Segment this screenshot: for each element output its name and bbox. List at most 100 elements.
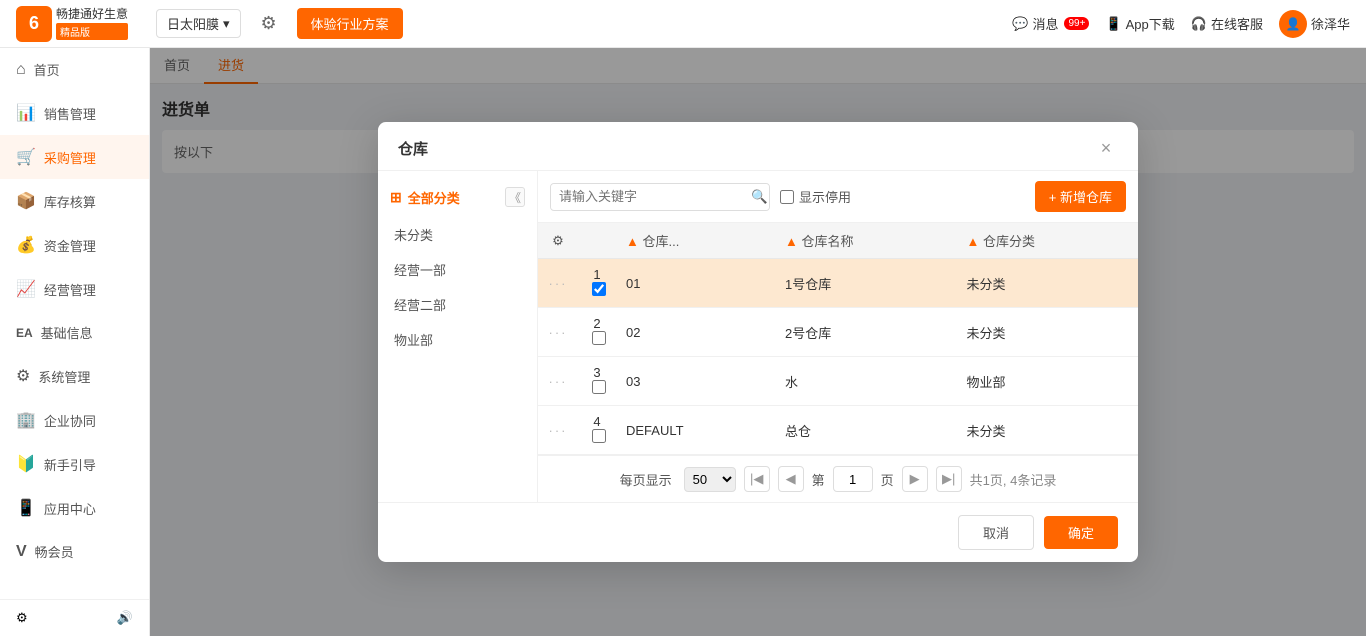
modal-body: ⊞ 全部分类 《 未分类 经营一部 经营二部 物业部 bbox=[378, 171, 1138, 502]
sidebar-label-home: 首页 bbox=[34, 60, 60, 79]
sidebar-item-newbie[interactable]: 🔰 新手引导 bbox=[0, 442, 149, 486]
page-number-input[interactable] bbox=[833, 466, 873, 492]
table-row[interactable]: ··· 3 03 水 物业部 bbox=[538, 357, 1138, 406]
newbie-icon: 🔰 bbox=[16, 454, 36, 474]
grid-icon: ⊞ bbox=[390, 189, 402, 206]
table-header-row: ⚙ ▲ 仓库... ▲ 仓库名称 bbox=[538, 223, 1138, 259]
modal-close-button[interactable]: × bbox=[1094, 136, 1118, 160]
last-page-button[interactable]: ▶| bbox=[936, 466, 962, 492]
sidebar-item-system[interactable]: ⚙ 系统管理 bbox=[0, 354, 149, 398]
sidebar-label-basics: 基础信息 bbox=[41, 323, 93, 342]
row-no-cell: 2 bbox=[578, 308, 616, 357]
row-checkbox[interactable] bbox=[592, 429, 606, 443]
row-code: 02 bbox=[616, 308, 775, 357]
per-page-select[interactable]: 50 100 200 bbox=[684, 467, 736, 492]
row-number: 1 bbox=[593, 267, 600, 282]
trial-button[interactable]: 体验行业方案 bbox=[297, 8, 403, 39]
settings-icon[interactable]: ⚙ bbox=[253, 8, 285, 40]
sidebar-label-purchase: 采购管理 bbox=[44, 148, 96, 167]
show-disabled-checkbox[interactable] bbox=[780, 190, 794, 204]
sidebar-label-system: 系统管理 bbox=[38, 367, 90, 386]
per-page-label: 每页显示 bbox=[620, 470, 672, 489]
category-item-property[interactable]: 物业部 bbox=[378, 322, 537, 357]
mobile-icon: 📱 bbox=[1105, 16, 1121, 32]
member-icon: V bbox=[16, 543, 27, 561]
search-input[interactable] bbox=[551, 184, 743, 209]
row-checkbox[interactable] bbox=[592, 380, 606, 394]
row-dots-cell: ··· bbox=[538, 357, 578, 406]
modal-right-panel: 🔍 显示停用 + 新增仓库 bbox=[538, 171, 1138, 502]
message-item[interactable]: 💬 消息 99+ bbox=[1012, 14, 1089, 33]
user-name: 徐泽华 bbox=[1311, 14, 1350, 33]
row-name: 1号仓库 bbox=[775, 259, 956, 308]
row-checkbox[interactable] bbox=[592, 331, 606, 345]
brand-badge: 精品版 bbox=[56, 23, 128, 40]
sort-icon3: ▲ bbox=[967, 234, 980, 249]
row-options-icon[interactable]: ··· bbox=[549, 276, 568, 291]
row-name: 2号仓库 bbox=[775, 308, 956, 357]
row-checkbox[interactable] bbox=[592, 282, 606, 296]
sort-icon2: ▲ bbox=[785, 234, 798, 249]
sidebar-label-sales: 销售管理 bbox=[44, 104, 96, 123]
audio-icon[interactable]: 🔊 bbox=[117, 610, 133, 626]
category-item-unclassified[interactable]: 未分类 bbox=[378, 217, 537, 252]
sidebar-label-member: 畅会员 bbox=[35, 542, 74, 561]
purchase-icon: 🛒 bbox=[16, 147, 36, 167]
sidebar-item-enterprise[interactable]: 🏢 企业协同 bbox=[0, 398, 149, 442]
sidebar-item-inventory[interactable]: 📦 库存核算 bbox=[0, 179, 149, 223]
content: 首页 进货 进货单 按以下 仓库 × bbox=[150, 48, 1366, 636]
sidebar: ⌂ 首页 📊 销售管理 🛒 采购管理 📦 库存核算 💰 资金管理 📈 经营管理 … bbox=[0, 48, 150, 636]
sidebar-item-apps[interactable]: 📱 应用中心 bbox=[0, 486, 149, 530]
message-badge: 99+ bbox=[1064, 17, 1089, 30]
prev-page-button[interactable]: ◀ bbox=[778, 466, 804, 492]
row-options-icon[interactable]: ··· bbox=[549, 374, 568, 389]
sidebar-item-home[interactable]: ⌂ 首页 bbox=[0, 48, 149, 91]
collapse-button[interactable]: 《 bbox=[505, 187, 525, 207]
user-item[interactable]: 👤 徐泽华 bbox=[1279, 10, 1350, 38]
sidebar-item-operations[interactable]: 📈 经营管理 bbox=[0, 267, 149, 311]
avatar: 👤 bbox=[1279, 10, 1307, 38]
company-selector[interactable]: 日太阳膜 ▾ bbox=[156, 9, 241, 38]
row-options-icon[interactable]: ··· bbox=[549, 423, 568, 438]
first-page-button[interactable]: |◀ bbox=[744, 466, 770, 492]
confirm-button[interactable]: 确定 bbox=[1044, 516, 1118, 549]
add-warehouse-button[interactable]: + 新增仓库 bbox=[1035, 181, 1126, 212]
pagination: 每页显示 50 100 200 |◀ ◀ 第 页 ▶ bbox=[538, 455, 1138, 502]
service-item[interactable]: 🎧 在线客服 bbox=[1191, 14, 1263, 33]
app-download-item[interactable]: 📱 App下载 bbox=[1105, 14, 1174, 33]
search-button[interactable]: 🔍 bbox=[743, 184, 770, 210]
inventory-icon: 📦 bbox=[16, 191, 36, 211]
row-options-icon[interactable]: ··· bbox=[549, 325, 568, 340]
logo: 6 畅捷通好生意 精品版 bbox=[16, 6, 136, 42]
warehouse-tbody: ··· 1 01 1号仓库 未分类 ··· 2 02 2号仓库 未分类 ··· … bbox=[538, 259, 1138, 455]
app-label: App下载 bbox=[1126, 14, 1175, 33]
table-row[interactable]: ··· 4 DEFAULT 总仓 未分类 bbox=[538, 406, 1138, 455]
modal-left-panel: ⊞ 全部分类 《 未分类 经营一部 经营二部 物业部 bbox=[378, 171, 538, 502]
enterprise-icon: 🏢 bbox=[16, 410, 36, 430]
row-code: DEFAULT bbox=[616, 406, 775, 455]
show-disabled-wrap: 显示停用 bbox=[780, 187, 851, 206]
sidebar-item-purchase[interactable]: 🛒 采购管理 bbox=[0, 135, 149, 179]
sidebar-bottom: ⚙ 🔊 bbox=[0, 599, 149, 636]
table-row[interactable]: ··· 2 02 2号仓库 未分类 bbox=[538, 308, 1138, 357]
settings-bottom-icon[interactable]: ⚙ bbox=[16, 610, 28, 626]
category-item-operations1[interactable]: 经营一部 bbox=[378, 252, 537, 287]
category-all[interactable]: ⊞ 全部分类 bbox=[390, 188, 460, 207]
next-page-button[interactable]: ▶ bbox=[902, 466, 928, 492]
sidebar-item-basics[interactable]: EA 基础信息 bbox=[0, 311, 149, 354]
sidebar-item-sales[interactable]: 📊 销售管理 bbox=[0, 91, 149, 135]
sidebar-label-finance: 资金管理 bbox=[44, 236, 96, 255]
sidebar-item-member[interactable]: V 畅会员 bbox=[0, 530, 149, 573]
cancel-button[interactable]: 取消 bbox=[958, 515, 1034, 550]
row-dots-cell: ··· bbox=[538, 308, 578, 357]
service-label: 在线客服 bbox=[1211, 14, 1263, 33]
sidebar-item-finance[interactable]: 💰 资金管理 bbox=[0, 223, 149, 267]
row-number: 2 bbox=[593, 316, 600, 331]
row-name: 水 bbox=[775, 357, 956, 406]
sort-icon: ▲ bbox=[626, 234, 639, 249]
table-row[interactable]: ··· 1 01 1号仓库 未分类 bbox=[538, 259, 1138, 308]
topbar-right: 💬 消息 99+ 📱 App下载 🎧 在线客服 👤 徐泽华 bbox=[1012, 10, 1350, 38]
category-item-operations2[interactable]: 经营二部 bbox=[378, 287, 537, 322]
category-all-label: 全部分类 bbox=[408, 188, 460, 207]
row-no-cell: 3 bbox=[578, 357, 616, 406]
